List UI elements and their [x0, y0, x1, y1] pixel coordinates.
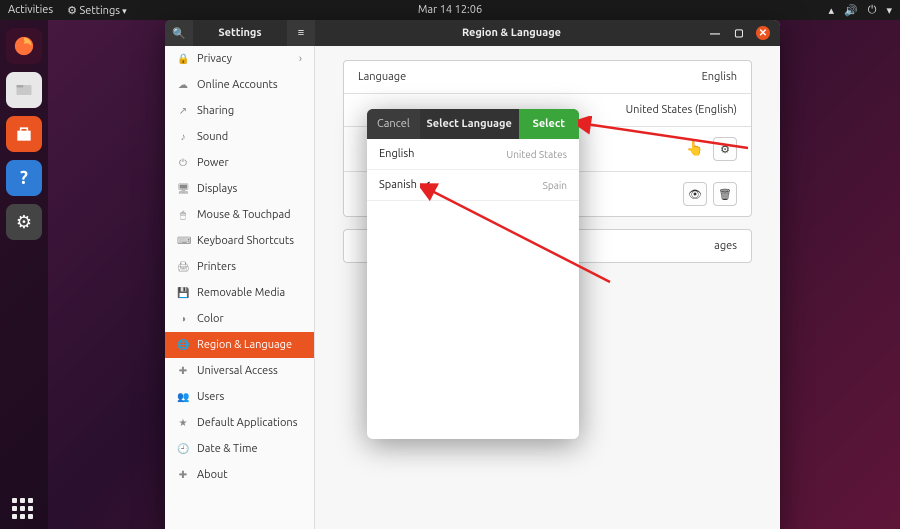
- sidebar-item-power[interactable]: ⏻ Power: [165, 150, 314, 176]
- search-icon: 🔍: [172, 27, 186, 40]
- dock-files[interactable]: [6, 72, 42, 108]
- volume-icon: 🔊: [844, 4, 858, 17]
- power-icon: ⏻: [868, 4, 877, 17]
- language-list: EnglishUnited StatesSpanish✔Spain: [367, 139, 579, 439]
- sidebar-icon: ↗: [177, 105, 189, 117]
- sidebar-label: Power: [197, 157, 229, 169]
- sidebar-icon: ✚: [177, 469, 189, 481]
- sidebar-label: Sharing: [197, 105, 234, 117]
- sidebar-icon: ☁: [177, 79, 189, 91]
- sidebar-item-online-accounts[interactable]: ☁ Online Accounts: [165, 72, 314, 98]
- sidebar-label: Keyboard Shortcuts: [197, 235, 294, 247]
- dialog-title: Select Language: [420, 118, 519, 130]
- delete-layout-button[interactable]: 🗑: [713, 182, 737, 206]
- sidebar-label: Displays: [197, 183, 237, 195]
- sidebar-label: Mouse & Touchpad: [197, 209, 291, 221]
- search-button[interactable]: 🔍: [165, 20, 193, 46]
- manage-languages-label: ages: [714, 240, 737, 252]
- topbar-app-menu[interactable]: ⚙ Settings: [67, 4, 127, 17]
- input-settings-button[interactable]: ⚙: [713, 137, 737, 161]
- sidebar-icon: ✚: [177, 365, 189, 377]
- sidebar-item-color[interactable]: ◑ Color: [165, 306, 314, 332]
- sidebar-item-mouse-touchpad[interactable]: 🖱 Mouse & Touchpad: [165, 202, 314, 228]
- sidebar-icon: 💾: [177, 287, 189, 299]
- sidebar-label: Removable Media: [197, 287, 285, 299]
- sidebar-item-removable-media[interactable]: 💾 Removable Media: [165, 280, 314, 306]
- language-option-english[interactable]: EnglishUnited States: [367, 139, 579, 170]
- dialog-headerbar: Cancel Select Language Select: [367, 109, 579, 139]
- sidebar-item-displays[interactable]: 🖥 Displays: [165, 176, 314, 202]
- sidebar-label: Users: [197, 391, 224, 403]
- sidebar-icon: ⏻: [177, 157, 189, 169]
- sidebar-icon: ◑: [177, 313, 189, 325]
- formats-value: United States (English): [626, 104, 737, 116]
- sidebar-item-sound[interactable]: ♪ Sound: [165, 124, 314, 150]
- eye-icon: 👁: [688, 188, 702, 201]
- sidebar-item-users[interactable]: 👥 Users: [165, 384, 314, 410]
- chevron-down-icon: ▾: [886, 4, 892, 17]
- dock-help[interactable]: ?: [6, 160, 42, 196]
- sidebar-icon: ⌨: [177, 235, 189, 247]
- window-headerbar: 🔍 Settings ≡ Region & Language — ▢ ✕: [165, 20, 780, 46]
- dock-settings[interactable]: ⚙: [6, 204, 42, 240]
- sidebar-icon: 🖱: [177, 209, 189, 221]
- sidebar-label: Universal Access: [197, 365, 278, 377]
- sidebar-icon: 🖥: [177, 183, 189, 195]
- menu-icon: ≡: [298, 27, 304, 39]
- topbar-clock[interactable]: Mar 14 12:06: [418, 4, 482, 16]
- trash-icon: 🗑: [718, 188, 732, 201]
- view-layout-button[interactable]: 👁: [683, 182, 707, 206]
- sidebar-item-privacy[interactable]: 🔒 Privacy: [165, 46, 314, 72]
- check-icon: ✔: [423, 179, 431, 190]
- gear-icon: ⚙: [720, 143, 730, 156]
- sidebar-icon: 🕘: [177, 443, 189, 455]
- gnome-top-panel: Activities ⚙ Settings Mar 14 12:06 ▴ 🔊 ⏻…: [0, 0, 900, 20]
- activities-button[interactable]: Activities: [8, 4, 53, 16]
- dock-show-applications[interactable]: [12, 498, 33, 519]
- network-icon: ▴: [829, 4, 835, 17]
- sidebar-item-keyboard-shortcuts[interactable]: ⌨ Keyboard Shortcuts: [165, 228, 314, 254]
- select-language-dialog: Cancel Select Language Select EnglishUni…: [367, 109, 579, 439]
- close-button[interactable]: ✕: [756, 26, 770, 40]
- sidebar-label: Privacy: [197, 53, 232, 65]
- sidebar-label: Online Accounts: [197, 79, 278, 91]
- sidebar-item-default-applications[interactable]: ★ Default Applications: [165, 410, 314, 436]
- sidebar-label: Color: [197, 313, 224, 325]
- sidebar-label: About: [197, 469, 228, 481]
- sidebar-item-date-time[interactable]: 🕘 Date & Time: [165, 436, 314, 462]
- sidebar-icon: ♪: [177, 131, 189, 143]
- sidebar-title: Settings: [193, 27, 287, 39]
- cancel-button[interactable]: Cancel: [367, 109, 420, 139]
- dock-software[interactable]: [6, 116, 42, 152]
- sidebar-label: Printers: [197, 261, 236, 273]
- sidebar-icon: 🖨: [177, 261, 189, 273]
- hamburger-menu[interactable]: ≡: [287, 20, 315, 46]
- sidebar-item-region-language[interactable]: 🌐 Region & Language: [165, 332, 314, 358]
- sidebar-icon: ★: [177, 417, 189, 429]
- select-button[interactable]: Select: [519, 109, 579, 139]
- topbar-system-menu[interactable]: ▴ 🔊 ⏻ ▾: [829, 4, 892, 17]
- language-value: English: [702, 71, 737, 83]
- sidebar-item-universal-access[interactable]: ✚ Universal Access: [165, 358, 314, 384]
- dock-firefox[interactable]: [6, 28, 42, 64]
- language-option-spanish[interactable]: Spanish✔Spain: [367, 170, 579, 201]
- sidebar-label: Default Applications: [197, 417, 297, 429]
- sidebar-label: Sound: [197, 131, 228, 143]
- language-row[interactable]: Language English: [344, 61, 751, 94]
- sidebar-icon: 🌐: [177, 339, 189, 351]
- sidebar-item-sharing[interactable]: ↗ Sharing: [165, 98, 314, 124]
- sidebar-item-printers[interactable]: 🖨 Printers: [165, 254, 314, 280]
- sidebar-item-about[interactable]: ✚ About: [165, 462, 314, 488]
- sidebar-label: Region & Language: [197, 339, 292, 351]
- content-title: Region & Language: [315, 27, 708, 39]
- ubuntu-dock: ? ⚙: [0, 20, 48, 529]
- sidebar-icon: 👥: [177, 391, 189, 403]
- maximize-button[interactable]: ▢: [732, 26, 746, 40]
- sidebar-icon: 🔒: [177, 53, 189, 65]
- sidebar-label: Date & Time: [197, 443, 258, 455]
- settings-sidebar: 🔒 Privacy ☁ Online Accounts ↗ Sharing ♪ Sound ⏻ P…: [165, 46, 315, 529]
- minimize-button[interactable]: —: [708, 26, 722, 40]
- language-label: Language: [358, 71, 406, 83]
